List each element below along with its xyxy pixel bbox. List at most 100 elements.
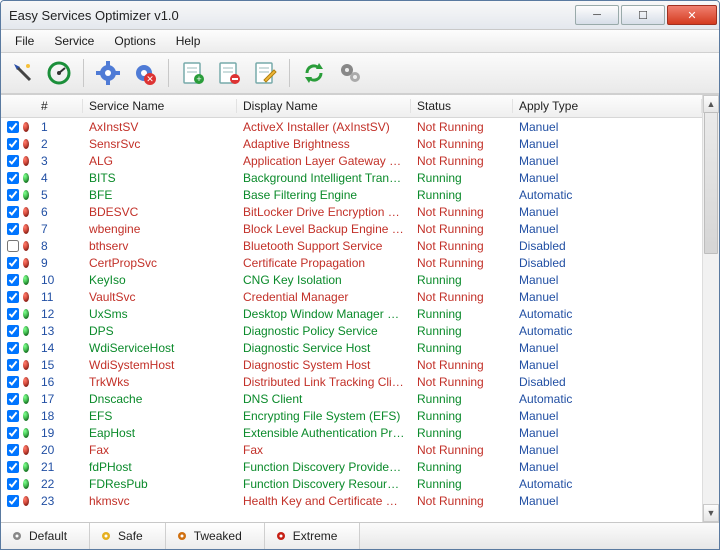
tab-safe[interactable]: Safe bbox=[90, 523, 166, 549]
toolbar-settings-button[interactable] bbox=[334, 57, 366, 89]
row-number: 20 bbox=[35, 443, 83, 457]
toolbar-list-add-button[interactable]: + bbox=[177, 57, 209, 89]
table-row[interactable]: 8bthservBluetooth Support ServiceNot Run… bbox=[1, 237, 702, 254]
row-status: Not Running bbox=[411, 205, 513, 219]
row-checkbox[interactable] bbox=[7, 393, 19, 405]
row-checkbox[interactable] bbox=[7, 206, 19, 218]
row-checkbox[interactable] bbox=[7, 376, 19, 388]
menu-service[interactable]: Service bbox=[46, 32, 102, 50]
col-status[interactable]: Status bbox=[411, 99, 513, 113]
toolbar-refresh-button[interactable] bbox=[298, 57, 330, 89]
table-row[interactable]: 6BDESVCBitLocker Drive Encryption Servic… bbox=[1, 203, 702, 220]
row-display-name: Diagnostic System Host bbox=[237, 358, 411, 372]
table-row[interactable]: 14WdiServiceHostDiagnostic Service HostR… bbox=[1, 339, 702, 356]
status-dot-icon bbox=[23, 207, 29, 217]
table-row[interactable]: 18EFSEncrypting File System (EFS)Running… bbox=[1, 407, 702, 424]
col-display-name[interactable]: Display Name bbox=[237, 99, 411, 113]
table-row[interactable]: 1AxInstSVActiveX Installer (AxInstSV)Not… bbox=[1, 118, 702, 135]
menu-file[interactable]: File bbox=[7, 32, 42, 50]
table-row[interactable]: 7wbengineBlock Level Backup Engine Servi… bbox=[1, 220, 702, 237]
maximize-button[interactable]: ☐ bbox=[621, 5, 665, 25]
table-row[interactable]: 10KeyIsoCNG Key IsolationRunningManuel bbox=[1, 271, 702, 288]
row-display-name: Base Filtering Engine bbox=[237, 188, 411, 202]
row-checkbox[interactable] bbox=[7, 325, 19, 337]
table-row[interactable]: 16TrkWksDistributed Link Tracking Client… bbox=[1, 373, 702, 390]
row-checkbox[interactable] bbox=[7, 138, 19, 150]
toolbar-gear-blue-button[interactable] bbox=[92, 57, 124, 89]
row-checkbox[interactable] bbox=[7, 274, 19, 286]
table-row[interactable]: 22FDResPubFunction Discovery Resource P.… bbox=[1, 475, 702, 492]
row-checkbox[interactable] bbox=[7, 495, 19, 507]
toolbar-list-remove-button[interactable] bbox=[213, 57, 245, 89]
status-dot-icon bbox=[23, 479, 29, 489]
table-row[interactable]: 13DPSDiagnostic Policy ServiceRunningAut… bbox=[1, 322, 702, 339]
row-apply-type: Manuel bbox=[513, 137, 702, 151]
tab-default-label: Default bbox=[29, 529, 67, 543]
row-checkbox[interactable] bbox=[7, 342, 19, 354]
row-display-name: Bluetooth Support Service bbox=[237, 239, 411, 253]
row-checkbox[interactable] bbox=[7, 478, 19, 490]
row-checkbox[interactable] bbox=[7, 291, 19, 303]
table-row[interactable]: 2SensrSvcAdaptive BrightnessNot RunningM… bbox=[1, 135, 702, 152]
vertical-scrollbar[interactable]: ▲ ▼ bbox=[702, 95, 719, 522]
row-checkbox[interactable] bbox=[7, 444, 19, 456]
row-number: 12 bbox=[35, 307, 83, 321]
table-row[interactable]: 11VaultSvcCredential ManagerNot RunningM… bbox=[1, 288, 702, 305]
minimize-button[interactable]: ─ bbox=[575, 5, 619, 25]
row-number: 13 bbox=[35, 324, 83, 338]
row-checkbox[interactable] bbox=[7, 359, 19, 371]
status-dot-icon bbox=[23, 377, 29, 387]
row-number: 5 bbox=[35, 188, 83, 202]
table-row[interactable]: 12UxSmsDesktop Window Manager Sess...Run… bbox=[1, 305, 702, 322]
row-checkbox[interactable] bbox=[7, 189, 19, 201]
table-row[interactable]: 3ALGApplication Layer Gateway Ser...Not … bbox=[1, 152, 702, 169]
row-checkbox[interactable] bbox=[7, 172, 19, 184]
table-row[interactable]: 9CertPropSvcCertificate PropagationNot R… bbox=[1, 254, 702, 271]
tab-tweaked[interactable]: Tweaked bbox=[166, 523, 265, 549]
table-row[interactable]: 4BITSBackground Intelligent Transfer...R… bbox=[1, 169, 702, 186]
table-row[interactable]: 23hkmsvcHealth Key and Certificate Man..… bbox=[1, 492, 702, 509]
col-apply-type[interactable]: Apply Type bbox=[513, 99, 702, 113]
row-number: 22 bbox=[35, 477, 83, 491]
row-check-cell bbox=[1, 478, 35, 490]
toolbar-wand-button[interactable] bbox=[7, 57, 39, 89]
menu-options[interactable]: Options bbox=[106, 32, 163, 50]
col-service-name[interactable]: Service Name bbox=[83, 99, 237, 113]
row-checkbox[interactable] bbox=[7, 308, 19, 320]
row-checkbox[interactable] bbox=[7, 240, 19, 252]
table-row[interactable]: 15WdiSystemHostDiagnostic System HostNot… bbox=[1, 356, 702, 373]
table-row[interactable]: 17DnscacheDNS ClientRunningAutomatic bbox=[1, 390, 702, 407]
row-service-name: DPS bbox=[83, 324, 237, 338]
row-checkbox[interactable] bbox=[7, 257, 19, 269]
row-display-name: Certificate Propagation bbox=[237, 256, 411, 270]
row-checkbox[interactable] bbox=[7, 461, 19, 473]
row-checkbox[interactable] bbox=[7, 121, 19, 133]
row-service-name: AxInstSV bbox=[83, 120, 237, 134]
table-row[interactable]: 20FaxFaxNot RunningManuel bbox=[1, 441, 702, 458]
toolbar-list-edit-button[interactable] bbox=[249, 57, 281, 89]
row-checkbox[interactable] bbox=[7, 155, 19, 167]
toolbar-gear-red-button[interactable]: ✕ bbox=[128, 57, 160, 89]
close-button[interactable]: ✕ bbox=[667, 5, 717, 25]
scroll-thumb[interactable] bbox=[704, 112, 718, 254]
col-number[interactable]: # bbox=[35, 99, 83, 113]
row-number: 16 bbox=[35, 375, 83, 389]
row-checkbox[interactable] bbox=[7, 223, 19, 235]
row-apply-type: Manuel bbox=[513, 290, 702, 304]
row-display-name: Extensible Authentication Proto... bbox=[237, 426, 411, 440]
table-row[interactable]: 21fdPHostFunction Discovery Provider Hos… bbox=[1, 458, 702, 475]
tab-extreme[interactable]: Extreme bbox=[265, 523, 361, 549]
scroll-down-arrow-icon[interactable]: ▼ bbox=[703, 504, 719, 522]
table-row[interactable]: 19EapHostExtensible Authentication Proto… bbox=[1, 424, 702, 441]
menu-help[interactable]: Help bbox=[168, 32, 209, 50]
row-number: 19 bbox=[35, 426, 83, 440]
toolbar-meter-button[interactable] bbox=[43, 57, 75, 89]
row-status: Not Running bbox=[411, 239, 513, 253]
row-checkbox[interactable] bbox=[7, 427, 19, 439]
row-number: 1 bbox=[35, 120, 83, 134]
row-check-cell bbox=[1, 155, 35, 167]
tab-default[interactable]: Default bbox=[1, 523, 90, 549]
row-checkbox[interactable] bbox=[7, 410, 19, 422]
table-row[interactable]: 5BFEBase Filtering EngineRunningAutomati… bbox=[1, 186, 702, 203]
scroll-up-arrow-icon[interactable]: ▲ bbox=[703, 95, 719, 113]
